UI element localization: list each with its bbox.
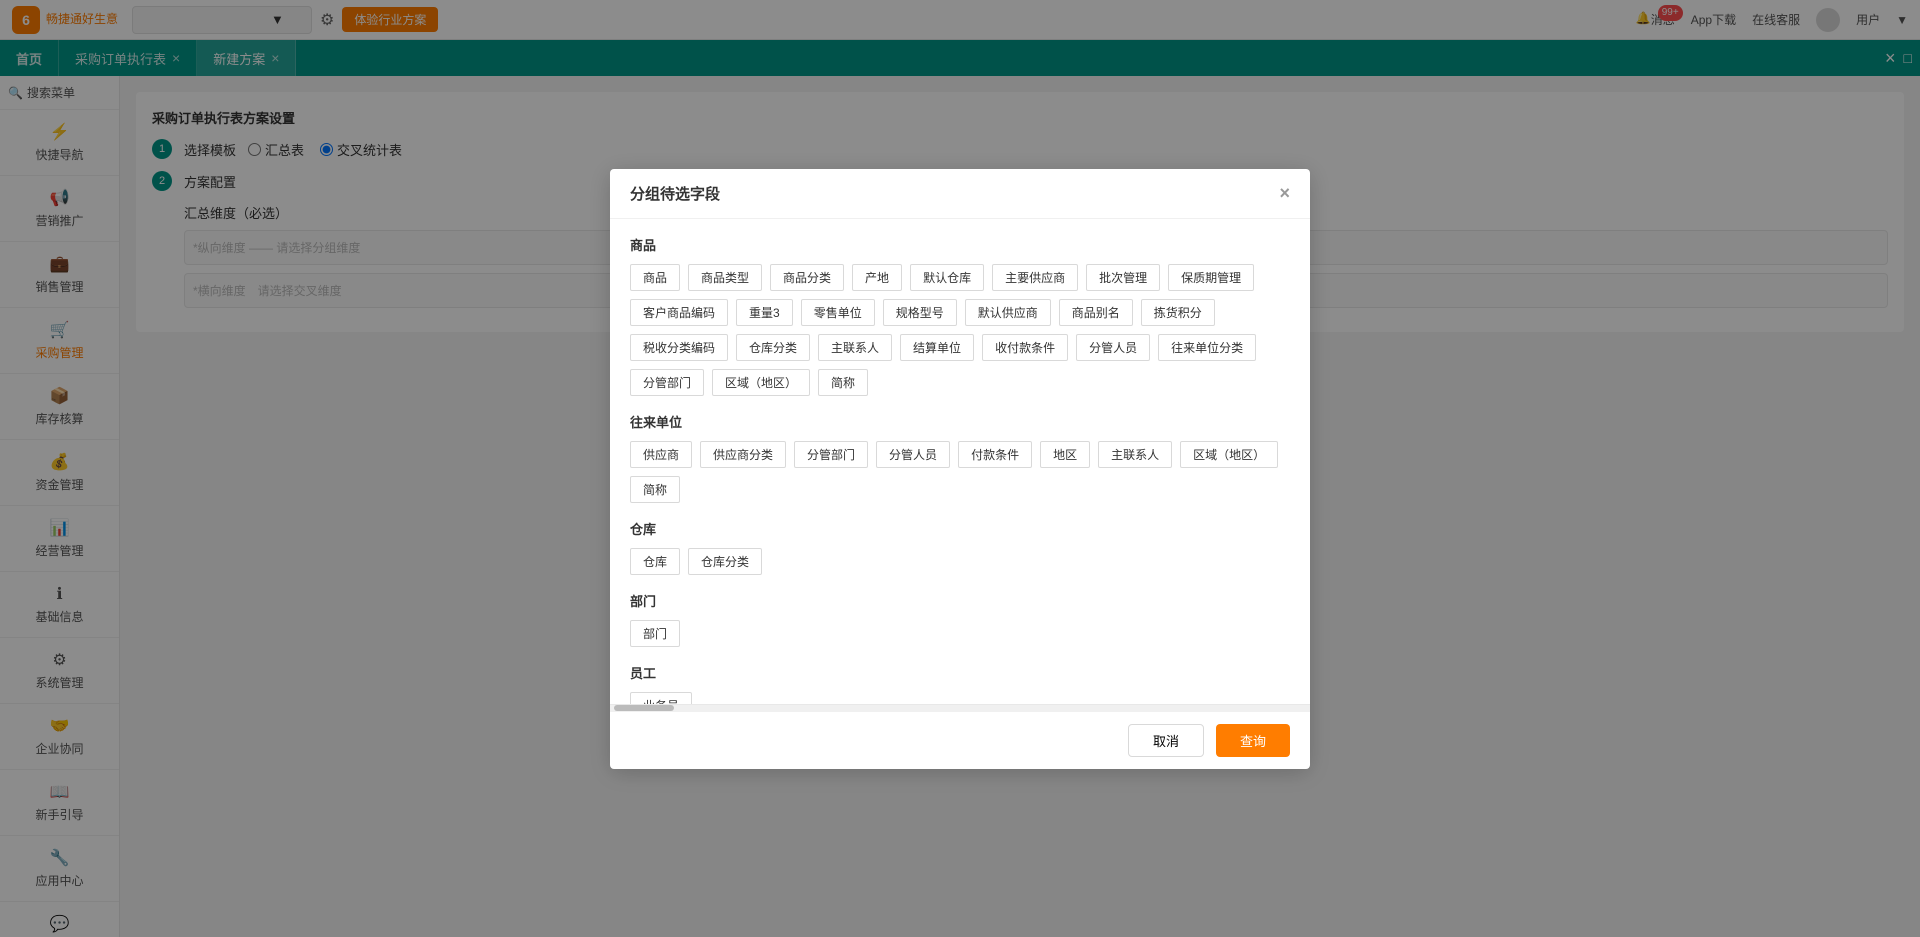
- tag-salesperson[interactable]: 业务员: [630, 692, 692, 704]
- section-employee-title: 员工: [630, 663, 1290, 682]
- tag-spec-model[interactable]: 规格型号: [883, 299, 957, 326]
- tag-managing-dept[interactable]: 分管部门: [630, 369, 704, 396]
- tag-weight3[interactable]: 重量3: [736, 299, 793, 326]
- tag-shelf-life[interactable]: 保质期管理: [1168, 264, 1254, 291]
- tag-region[interactable]: 区域（地区）: [712, 369, 810, 396]
- tag-main-supplier[interactable]: 主要供应商: [992, 264, 1078, 291]
- tag-retail-unit[interactable]: 零售单位: [801, 299, 875, 326]
- section-department-tags: 部门: [630, 620, 1290, 647]
- section-partner: 往来单位 供应商 供应商分类 分管部门 分管人员 付款条件 地区 主联系人 区域…: [630, 412, 1290, 503]
- tag-product-alias[interactable]: 商品别名: [1059, 299, 1133, 326]
- tag-manager[interactable]: 分管人员: [1076, 334, 1150, 361]
- tag-product[interactable]: 商品: [630, 264, 680, 291]
- modal-close-button[interactable]: ×: [1279, 183, 1290, 204]
- tag-payment-cond[interactable]: 付款条件: [958, 441, 1032, 468]
- section-employee: 员工 业务员: [630, 663, 1290, 704]
- modal-title: 分组待选字段: [630, 183, 720, 204]
- tag-customer-code[interactable]: 客户商品编码: [630, 299, 728, 326]
- tag-pick-points[interactable]: 拣货积分: [1141, 299, 1215, 326]
- tag-default-supplier[interactable]: 默认供应商: [965, 299, 1051, 326]
- tag-abbr2[interactable]: 简称: [630, 476, 680, 503]
- tag-tax-code[interactable]: 税收分类编码: [630, 334, 728, 361]
- section-warehouse: 仓库 仓库 仓库分类: [630, 519, 1290, 575]
- section-product-tags: 商品 商品类型 商品分类 产地 默认仓库 主要供应商 批次管理 保质期管理 客户…: [630, 264, 1290, 396]
- tag-product-type[interactable]: 商品类型: [688, 264, 762, 291]
- modal-overlay: 分组待选字段 × 商品 商品 商品类型 商品分类 产地 默认仓库 主要供应商 批…: [0, 0, 1920, 937]
- tag-batch-management[interactable]: 批次管理: [1086, 264, 1160, 291]
- tag-warehouse-cat[interactable]: 仓库分类: [688, 548, 762, 575]
- modal-header: 分组待选字段 ×: [610, 169, 1310, 219]
- section-product-title: 商品: [630, 235, 1290, 254]
- modal-footer: 取消 查询: [610, 711, 1310, 769]
- tag-payment-terms[interactable]: 收付款条件: [982, 334, 1068, 361]
- field-selection-modal: 分组待选字段 × 商品 商品 商品类型 商品分类 产地 默认仓库 主要供应商 批…: [610, 169, 1310, 769]
- tag-main-contact2[interactable]: 主联系人: [1098, 441, 1172, 468]
- section-employee-tags: 业务员: [630, 692, 1290, 704]
- tag-person[interactable]: 分管人员: [876, 441, 950, 468]
- tag-partner-category[interactable]: 往来单位分类: [1158, 334, 1256, 361]
- confirm-button[interactable]: 查询: [1216, 724, 1290, 757]
- tag-default-warehouse[interactable]: 默认仓库: [910, 264, 984, 291]
- tag-region2[interactable]: 区域（地区）: [1180, 441, 1278, 468]
- tag-warehouse-category[interactable]: 仓库分类: [736, 334, 810, 361]
- cancel-button[interactable]: 取消: [1128, 724, 1204, 757]
- tag-dept[interactable]: 分管部门: [794, 441, 868, 468]
- modal-scrollbar-horizontal[interactable]: [610, 704, 1310, 711]
- tag-origin[interactable]: 产地: [852, 264, 902, 291]
- section-product: 商品 商品 商品类型 商品分类 产地 默认仓库 主要供应商 批次管理 保质期管理…: [630, 235, 1290, 396]
- tag-supplier-category[interactable]: 供应商分类: [700, 441, 786, 468]
- tag-area[interactable]: 地区: [1040, 441, 1090, 468]
- section-department-title: 部门: [630, 591, 1290, 610]
- tag-settlement-unit[interactable]: 结算单位: [900, 334, 974, 361]
- tag-main-contact[interactable]: 主联系人: [818, 334, 892, 361]
- section-partner-title: 往来单位: [630, 412, 1290, 431]
- section-department: 部门 部门: [630, 591, 1290, 647]
- tag-product-category[interactable]: 商品分类: [770, 264, 844, 291]
- tag-department[interactable]: 部门: [630, 620, 680, 647]
- section-partner-tags: 供应商 供应商分类 分管部门 分管人员 付款条件 地区 主联系人 区域（地区） …: [630, 441, 1290, 503]
- section-warehouse-tags: 仓库 仓库分类: [630, 548, 1290, 575]
- section-warehouse-title: 仓库: [630, 519, 1290, 538]
- modal-body: 商品 商品 商品类型 商品分类 产地 默认仓库 主要供应商 批次管理 保质期管理…: [610, 219, 1310, 704]
- tag-abbreviation[interactable]: 简称: [818, 369, 868, 396]
- tag-supplier[interactable]: 供应商: [630, 441, 692, 468]
- tag-warehouse[interactable]: 仓库: [630, 548, 680, 575]
